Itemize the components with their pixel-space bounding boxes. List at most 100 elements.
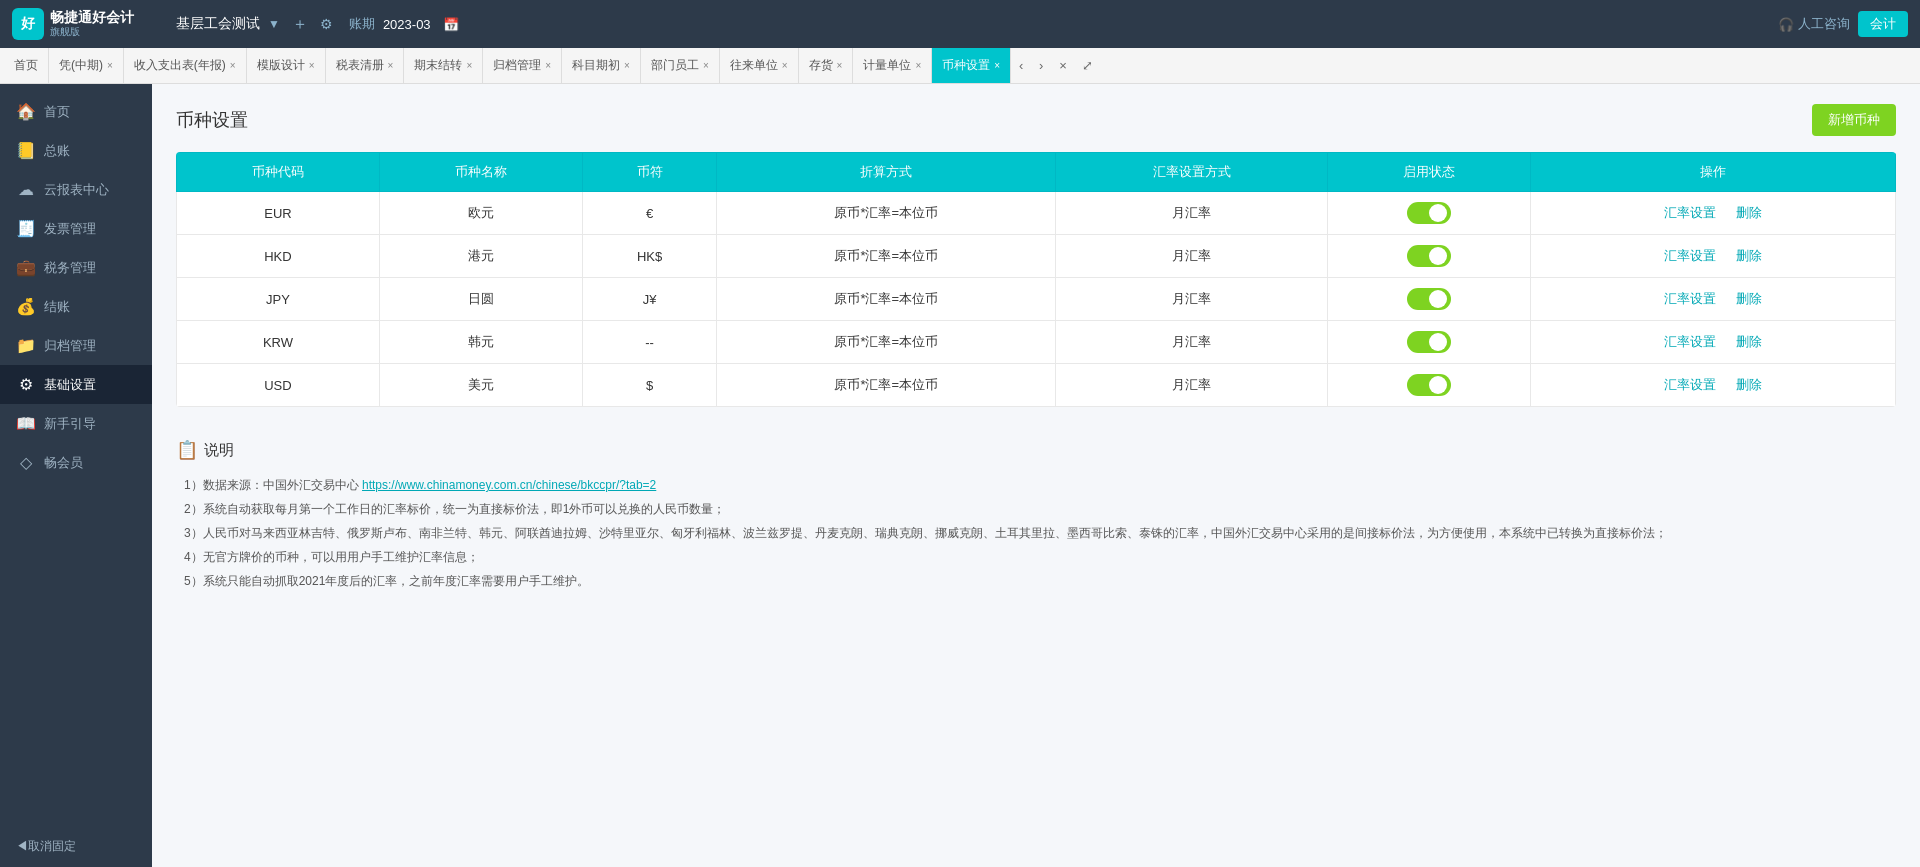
sidebar-item-home[interactable]: 🏠 首页 [0, 92, 152, 131]
cell-rate-type: 月汇率 [1056, 364, 1327, 407]
tab-tax-label: 税表清册 [336, 57, 384, 74]
calendar-icon[interactable]: 📅 [443, 17, 459, 32]
sidebar-item-invoice[interactable]: 🧾 发票管理 [0, 209, 152, 248]
tab-dept-close[interactable]: × [703, 60, 709, 71]
rate-settings-link[interactable]: 汇率设置 [1664, 334, 1716, 349]
cell-status[interactable] [1327, 364, 1530, 407]
tab-subject[interactable]: 科目期初 × [562, 48, 641, 84]
tab-prev-btn[interactable]: ‹ [1011, 48, 1031, 84]
service-button[interactable]: 🎧 人工咨询 [1778, 15, 1850, 33]
toggle-switch[interactable] [1407, 288, 1451, 310]
sidebar-item-new-guide-label: 新手引导 [44, 415, 96, 433]
tab-archive[interactable]: 归档管理 × [483, 48, 562, 84]
delete-link[interactable]: 删除 [1736, 291, 1762, 306]
cell-rate-type: 月汇率 [1056, 192, 1327, 235]
tab-unit-label: 往来单位 [730, 57, 778, 74]
sidebar-item-new-guide[interactable]: 📖 新手引导 [0, 404, 152, 443]
page-title: 币种设置 [176, 108, 248, 132]
sidebar-item-checkout[interactable]: 💰 结账 [0, 287, 152, 326]
cell-status[interactable] [1327, 235, 1530, 278]
settings-icon[interactable]: ⚙ [320, 16, 333, 32]
tab-close-all-btn[interactable]: × [1051, 48, 1075, 84]
delete-link[interactable]: 删除 [1736, 248, 1762, 263]
tab-stock-close[interactable]: × [837, 60, 843, 71]
cell-status[interactable] [1327, 278, 1530, 321]
tab-dept[interactable]: 部门员工 × [641, 48, 720, 84]
toggle-thumb [1429, 333, 1447, 351]
sidebar-item-basic-settings[interactable]: ⚙ 基础设置 [0, 365, 152, 404]
cell-rate-type: 月汇率 [1056, 321, 1327, 364]
rate-settings-link[interactable]: 汇率设置 [1664, 377, 1716, 392]
tab-currency-close[interactable]: × [994, 60, 1000, 71]
tab-unit-close[interactable]: × [782, 60, 788, 71]
cell-action: 汇率设置 删除 [1530, 321, 1895, 364]
tab-measure[interactable]: 计量单位 × [853, 48, 932, 84]
tab-period-end[interactable]: 期末结转 × [404, 48, 483, 84]
tab-subject-close[interactable]: × [624, 60, 630, 71]
account-button[interactable]: 会计 [1858, 11, 1908, 37]
sidebar-item-tax-mgmt[interactable]: 💼 税务管理 [0, 248, 152, 287]
company-bar: 基层工会测试 ▼ ＋ ⚙ 账期 2023-03 📅 [164, 14, 1778, 35]
table-row: KRW 韩元 -- 原币*汇率=本位币 月汇率 汇率设置 删除 [177, 321, 1896, 364]
cell-code: USD [177, 364, 380, 407]
service-label: 人工咨询 [1798, 15, 1850, 33]
toggle-thumb [1429, 376, 1447, 394]
add-company-btn[interactable]: ＋ [288, 14, 312, 35]
checkout-icon: 💰 [16, 297, 36, 316]
table-row: HKD 港元 HK$ 原币*汇率=本位币 月汇率 汇率设置 删除 [177, 235, 1896, 278]
cell-code: HKD [177, 235, 380, 278]
toggle-switch[interactable] [1407, 202, 1451, 224]
delete-link[interactable]: 删除 [1736, 334, 1762, 349]
tab-home[interactable]: 首页 [4, 48, 49, 84]
sidebar-item-member[interactable]: ◇ 畅会员 [0, 443, 152, 482]
company-name: 基层工会测试 [176, 15, 260, 33]
tab-expand-btn[interactable]: ⤢ [1075, 48, 1099, 84]
sidebar-item-report-center-label: 云报表中心 [44, 181, 109, 199]
sidebar-item-report-center[interactable]: ☁ 云报表中心 [0, 170, 152, 209]
cell-code: EUR [177, 192, 380, 235]
col-symbol: 币符 [582, 153, 716, 192]
tab-period-end-close[interactable]: × [466, 60, 472, 71]
cell-code: JPY [177, 278, 380, 321]
tab-measure-close[interactable]: × [915, 60, 921, 71]
rate-settings-link[interactable]: 汇率设置 [1664, 291, 1716, 306]
tab-template-close[interactable]: × [309, 60, 315, 71]
toggle-switch[interactable] [1407, 245, 1451, 267]
tab-next-btn[interactable]: › [1031, 48, 1051, 84]
tab-currency[interactable]: 币种设置 × [932, 48, 1011, 84]
tab-voucher-close[interactable]: × [107, 60, 113, 71]
toggle-switch[interactable] [1407, 331, 1451, 353]
tab-archive-close[interactable]: × [545, 60, 551, 71]
tab-tax-close[interactable]: × [388, 60, 394, 71]
cell-status[interactable] [1327, 192, 1530, 235]
tab-report[interactable]: 收入支出表(年报) × [124, 48, 247, 84]
top-bar-right: 🎧 人工咨询 会计 [1778, 11, 1908, 37]
sidebar-item-ledger[interactable]: 📒 总账 [0, 131, 152, 170]
notice-link[interactable]: https://www.chinamoney.com.cn/chinese/bk… [362, 478, 656, 492]
cell-status[interactable] [1327, 321, 1530, 364]
guide-icon: 📖 [16, 414, 36, 433]
toggle-switch[interactable] [1407, 374, 1451, 396]
tab-unit[interactable]: 往来单位 × [720, 48, 799, 84]
rate-settings-link[interactable]: 汇率设置 [1664, 248, 1716, 263]
sidebar-item-archive-mgmt[interactable]: 📁 归档管理 [0, 326, 152, 365]
tab-stock[interactable]: 存货 × [799, 48, 854, 84]
tab-report-close[interactable]: × [230, 60, 236, 71]
sidebar-item-invoice-label: 发票管理 [44, 220, 96, 238]
tab-template[interactable]: 模版设计 × [247, 48, 326, 84]
col-name: 币种名称 [379, 153, 582, 192]
cloud-icon: ☁ [16, 180, 36, 199]
member-icon: ◇ [16, 453, 36, 472]
rate-settings-link[interactable]: 汇率设置 [1664, 205, 1716, 220]
delete-link[interactable]: 删除 [1736, 377, 1762, 392]
delete-link[interactable]: 删除 [1736, 205, 1762, 220]
tab-bar: 首页 凭(中期) × 收入支出表(年报) × 模版设计 × 税表清册 × 期末结… [0, 48, 1920, 84]
new-currency-btn[interactable]: 新增币种 [1812, 104, 1896, 136]
cancel-pin-btn[interactable]: ◀取消固定 [16, 838, 136, 855]
company-dropdown-icon[interactable]: ▼ [268, 17, 280, 31]
toggle-thumb [1429, 290, 1447, 308]
logo-subtext: 旗舰版 [50, 25, 134, 39]
cell-method: 原币*汇率=本位币 [717, 321, 1056, 364]
tab-voucher[interactable]: 凭(中期) × [49, 48, 124, 84]
tab-tax[interactable]: 税表清册 × [326, 48, 405, 84]
